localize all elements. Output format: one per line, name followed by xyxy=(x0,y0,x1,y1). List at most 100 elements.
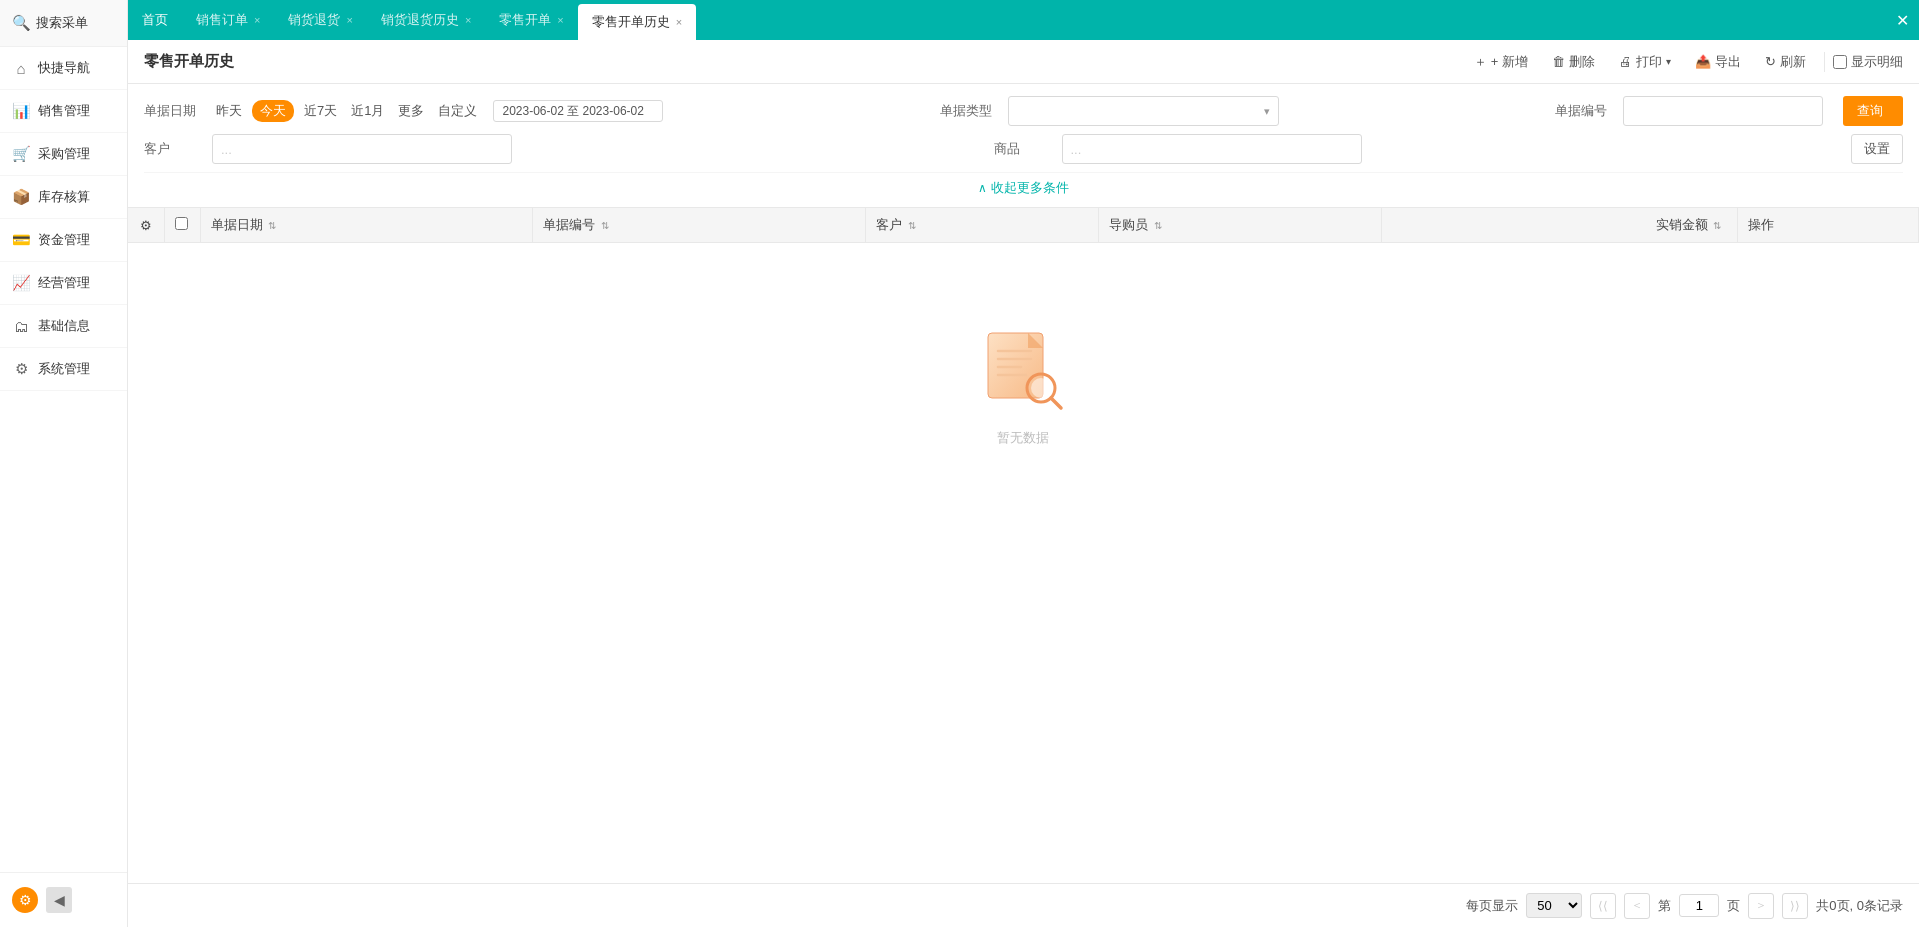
goods-filter-select[interactable]: ... xyxy=(1062,134,1362,164)
page-suffix: 页 xyxy=(1727,897,1740,915)
date-opt-more[interactable]: 更多 xyxy=(394,100,428,122)
money-icon: 💳 xyxy=(12,231,30,249)
cart-icon: 🛒 xyxy=(12,145,30,163)
select-all-checkbox[interactable] xyxy=(175,217,188,230)
empty-illustration xyxy=(973,323,1073,413)
sort-number-icon: ⇅ xyxy=(601,220,609,231)
th-customer[interactable]: 客户 ⇅ xyxy=(866,208,1099,243)
date-range-input[interactable] xyxy=(493,100,663,122)
per-page-label: 每页显示 xyxy=(1466,897,1518,915)
data-table: ⚙ 单据日期 ⇅ 单据编号 ⇅ 客户 ⇅ xyxy=(128,208,1919,487)
more-conditions-label: 收起更多条件 xyxy=(991,179,1069,197)
topbar: 首页 销售订单 × 销货退货 × 销货退货历史 × 零售开单 × 零售开单历史 … xyxy=(128,0,1919,40)
sort-amount-icon: ⇅ xyxy=(1713,220,1721,231)
tab-sales-return-history[interactable]: 销货退货历史 × xyxy=(367,0,485,40)
table-settings-icon[interactable]: ⚙ xyxy=(140,218,152,233)
export-icon: 📤 xyxy=(1695,54,1711,69)
sidebar-item-quick-nav[interactable]: ⌂ 快捷导航 xyxy=(0,47,127,90)
date-opt-yesterday[interactable]: 昨天 xyxy=(212,100,246,122)
print-dropdown-icon: ▾ xyxy=(1666,56,1671,67)
tab-retail-open[interactable]: 零售开单 × xyxy=(485,0,577,40)
th-date[interactable]: 单据日期 ⇅ xyxy=(200,208,533,243)
refresh-button[interactable]: ↻ 刷新 xyxy=(1755,48,1816,76)
sidebar-item-label: 库存核算 xyxy=(38,188,90,206)
sidebar-item-basic-info[interactable]: 🗂 基础信息 xyxy=(0,305,127,348)
tab-close-sales-order[interactable]: × xyxy=(254,14,260,26)
table-area: ⚙ 单据日期 ⇅ 单据编号 ⇅ 客户 ⇅ xyxy=(128,208,1919,883)
add-button[interactable]: ＋ + 新增 xyxy=(1464,48,1538,76)
date-opt-today[interactable]: 今天 xyxy=(252,100,294,122)
sidebar-item-sales-mgmt[interactable]: 📊 销售管理 xyxy=(0,90,127,133)
settings-button[interactable]: 设置 xyxy=(1851,134,1903,164)
tab-close-retail-open-history[interactable]: × xyxy=(676,16,682,28)
refresh-icon: ↻ xyxy=(1765,54,1776,69)
sidebar-item-operations[interactable]: 📈 经营管理 xyxy=(0,262,127,305)
th-salesperson[interactable]: 导购员 ⇅ xyxy=(1099,208,1382,243)
page-title: 零售开单历史 xyxy=(144,52,1460,71)
prev-page-button[interactable]: ＜ xyxy=(1624,893,1650,919)
sidebar-search[interactable]: 🔍 搜索采单 xyxy=(0,0,127,47)
tab-retail-open-history[interactable]: 零售开单历史 × xyxy=(578,4,696,40)
sidebar-item-label: 系统管理 xyxy=(38,360,90,378)
type-filter-label: 单据类型 xyxy=(940,102,996,120)
collapse-sidebar-button[interactable]: ◀ xyxy=(46,887,72,913)
th-number[interactable]: 单据编号 ⇅ xyxy=(533,208,866,243)
sidebar-item-label: 快捷导航 xyxy=(38,59,90,77)
toolbar: 零售开单历史 ＋ + 新增 🗑 删除 🖨 打印 ▾ 📤 导出 ↻ 刷新 显示明细 xyxy=(128,40,1919,84)
date-opt-last1m[interactable]: 近1月 xyxy=(347,100,388,122)
show-detail-label: 显示明细 xyxy=(1833,53,1903,71)
tab-close-sales-return-history[interactable]: × xyxy=(465,14,471,26)
th-checkbox[interactable] xyxy=(164,208,200,243)
tab-home[interactable]: 首页 xyxy=(128,0,182,40)
home-icon: ⌂ xyxy=(12,59,30,77)
empty-state: 暂无数据 xyxy=(128,243,1919,487)
delete-button[interactable]: 🗑 删除 xyxy=(1542,48,1605,76)
empty-text: 暂无数据 xyxy=(997,429,1049,447)
goods-filter-label: 商品 xyxy=(994,140,1050,158)
last-page-button[interactable]: ⟩⟩ xyxy=(1782,893,1808,919)
show-detail-checkbox[interactable] xyxy=(1833,55,1847,69)
more-conditions-toggle[interactable]: ∧ 收起更多条件 xyxy=(144,172,1903,201)
sidebar-item-finance[interactable]: 💳 资金管理 xyxy=(0,219,127,262)
type-filter-select[interactable]: ▾ xyxy=(1008,96,1279,126)
tab-sales-return[interactable]: 销货退货 × xyxy=(274,0,366,40)
sidebar-item-label: 资金管理 xyxy=(38,231,90,249)
query-button[interactable]: 查询 xyxy=(1843,96,1903,126)
sidebar-item-purchase-mgmt[interactable]: 🛒 采购管理 xyxy=(0,133,127,176)
export-button[interactable]: 📤 导出 xyxy=(1685,48,1751,76)
next-page-button[interactable]: ＞ xyxy=(1748,893,1774,919)
tab-sales-order[interactable]: 销售订单 × xyxy=(182,0,274,40)
th-amount[interactable]: 实销金额 ⇅ xyxy=(1382,208,1738,243)
toolbar-divider xyxy=(1824,52,1825,72)
tab-close-retail-open[interactable]: × xyxy=(557,14,563,26)
page-label: 第 xyxy=(1658,897,1671,915)
sidebar-search-label: 搜索采单 xyxy=(36,14,88,32)
per-page-select[interactable]: 50 20 100 xyxy=(1526,893,1582,918)
goods-select-dots: ... xyxy=(1071,142,1082,157)
sidebar-item-label: 采购管理 xyxy=(38,145,90,163)
page-number-input[interactable] xyxy=(1679,894,1719,917)
sidebar: 🔍 搜索采单 ⌂ 快捷导航 📊 销售管理 🛒 采购管理 📦 库存核算 💳 资金管… xyxy=(0,0,128,927)
customer-select-dots: ... xyxy=(221,142,232,157)
customer-filter-select[interactable]: ... xyxy=(212,134,512,164)
print-button[interactable]: 🖨 打印 ▾ xyxy=(1609,48,1681,76)
basic-icon: 🗂 xyxy=(12,317,30,335)
tab-close-sales-return[interactable]: × xyxy=(346,14,352,26)
date-opt-last7[interactable]: 近7天 xyxy=(300,100,341,122)
topbar-close-button[interactable]: ✕ xyxy=(1896,11,1909,30)
sidebar-item-inventory[interactable]: 📦 库存核算 xyxy=(0,176,127,219)
date-opt-custom[interactable]: 自定义 xyxy=(434,100,481,122)
sort-date-icon: ⇅ xyxy=(268,220,276,231)
add-icon: ＋ xyxy=(1474,53,1487,71)
pagination: 每页显示 50 20 100 ⟨⟨ ＜ 第 页 ＞ ⟩⟩ 共0页, 0条记录 xyxy=(128,883,1919,927)
filter-area: 单据日期 昨天 今天 近7天 近1月 更多 自定义 单据类型 ▾ 单据编号 查询… xyxy=(128,84,1919,208)
settings-gear-button[interactable]: ⚙ xyxy=(12,887,38,913)
first-page-button[interactable]: ⟨⟨ xyxy=(1590,893,1616,919)
type-select-arrow: ▾ xyxy=(1264,105,1270,118)
main-area: 首页 销售订单 × 销货退货 × 销货退货历史 × 零售开单 × 零售开单历史 … xyxy=(128,0,1919,927)
date-filter-label: 单据日期 xyxy=(144,102,200,120)
sidebar-item-system-mgmt[interactable]: ⚙ 系统管理 xyxy=(0,348,127,391)
system-icon: ⚙ xyxy=(12,360,30,378)
th-settings[interactable]: ⚙ xyxy=(128,208,164,243)
number-filter-input[interactable] xyxy=(1623,96,1823,126)
